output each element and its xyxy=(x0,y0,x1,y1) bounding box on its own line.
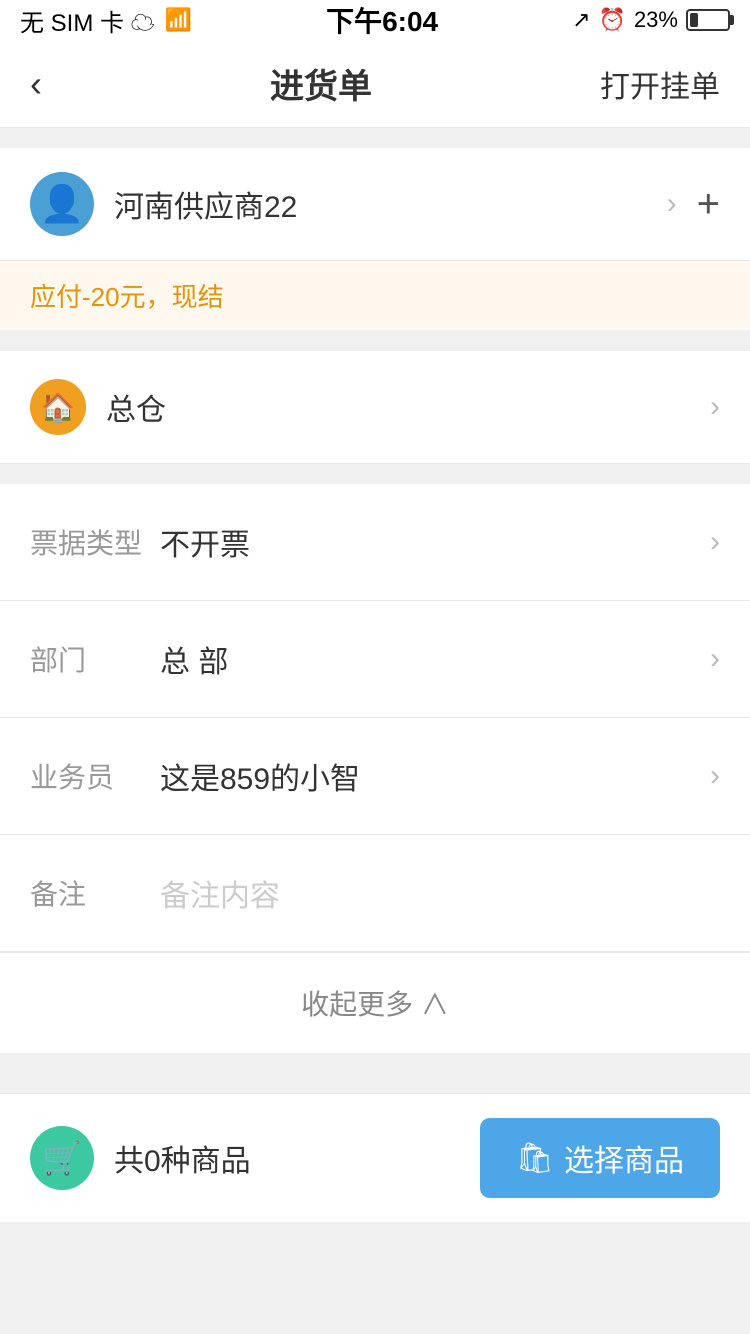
salesperson-row[interactable]: 业务员 这是859的小智 › xyxy=(0,718,750,835)
status-left: 无 SIM 卡 ☁ 📶 xyxy=(20,3,192,38)
remark-row[interactable]: 备注 备注内容 xyxy=(0,835,750,952)
warehouse-name: 总仓 xyxy=(106,385,710,429)
select-product-button[interactable]: 🛍 选择商品 xyxy=(480,1118,720,1198)
department-chevron-icon: › xyxy=(710,642,720,676)
cart-add-icon: 🛍 xyxy=(516,1141,554,1176)
invoice-type-label: 票据类型 xyxy=(30,522,160,562)
invoice-type-value: 不开票 xyxy=(160,520,710,564)
supplier-avatar: 👤 xyxy=(30,172,94,236)
department-row[interactable]: 部门 总 部 › xyxy=(0,601,750,718)
product-count: 共0种商品 xyxy=(114,1136,480,1180)
open-pending-button[interactable]: 打开挂单 xyxy=(600,62,720,106)
product-bar: 🛒 共0种商品 🛍 选择商品 xyxy=(0,1093,750,1222)
product-icon: 🛒 xyxy=(42,1139,82,1177)
status-bar: 无 SIM 卡 ☁ 📶 下午6:04 ↗ ⏰ 23% xyxy=(0,0,750,40)
sim-text: 无 SIM 卡 ☁ xyxy=(20,3,155,38)
remark-label: 备注 xyxy=(30,873,160,913)
wifi-icon: 📶 xyxy=(165,7,192,33)
invoice-type-chevron-icon: › xyxy=(710,525,720,559)
location-icon: ↗ xyxy=(572,7,590,33)
department-label: 部门 xyxy=(30,639,160,679)
nav-bar: ‹ 进货单 打开挂单 xyxy=(0,40,750,128)
department-value: 总 部 xyxy=(160,637,710,681)
warehouse-chevron-icon: › xyxy=(710,390,720,424)
add-button[interactable]: + xyxy=(697,182,720,227)
back-button[interactable]: ‹ xyxy=(30,63,42,105)
salesperson-chevron-icon: › xyxy=(710,759,720,793)
page-title: 进货单 xyxy=(270,59,372,108)
collapse-button[interactable]: 收起更多 ∧ xyxy=(0,952,750,1053)
battery-text: 23% xyxy=(634,7,678,33)
alarm-icon: ⏰ xyxy=(599,7,626,33)
bottom-divider xyxy=(0,1053,750,1073)
salesperson-label: 业务员 xyxy=(30,756,160,796)
person-icon: 👤 xyxy=(40,183,85,225)
supplier-name: 河南供应商22 xyxy=(114,182,667,226)
warehouse-icon: 🏠 xyxy=(41,391,76,424)
supplier-chevron-icon: › xyxy=(667,187,677,221)
salesperson-value: 这是859的小智 xyxy=(160,754,710,798)
mid-divider2 xyxy=(0,464,750,484)
invoice-type-row[interactable]: 票据类型 不开票 › xyxy=(0,484,750,601)
collapse-text: 收起更多 ∧ xyxy=(301,989,449,1020)
top-divider xyxy=(0,128,750,148)
supplier-row[interactable]: 👤 河南供应商22 › + xyxy=(0,148,750,261)
status-time: 下午6:04 xyxy=(326,0,438,40)
warehouse-row[interactable]: 🏠 总仓 › xyxy=(0,351,750,464)
battery-icon xyxy=(686,9,730,31)
form-section: 票据类型 不开票 › 部门 总 部 › 业务员 这是859的小智 › 备注 备注… xyxy=(0,484,750,1053)
status-right: ↗ ⏰ 23% xyxy=(572,7,730,33)
remark-input[interactable]: 备注内容 xyxy=(160,871,720,915)
supplier-section: 👤 河南供应商22 › + 应付-20元，现结 xyxy=(0,148,750,331)
warehouse-icon-bg: 🏠 xyxy=(30,379,86,435)
select-product-label: 选择商品 xyxy=(564,1136,684,1180)
notice-bar: 应付-20元，现结 xyxy=(0,261,750,331)
mid-divider1 xyxy=(0,331,750,351)
notice-text: 应付-20元，现结 xyxy=(30,282,224,312)
product-icon-bg: 🛒 xyxy=(30,1126,94,1190)
